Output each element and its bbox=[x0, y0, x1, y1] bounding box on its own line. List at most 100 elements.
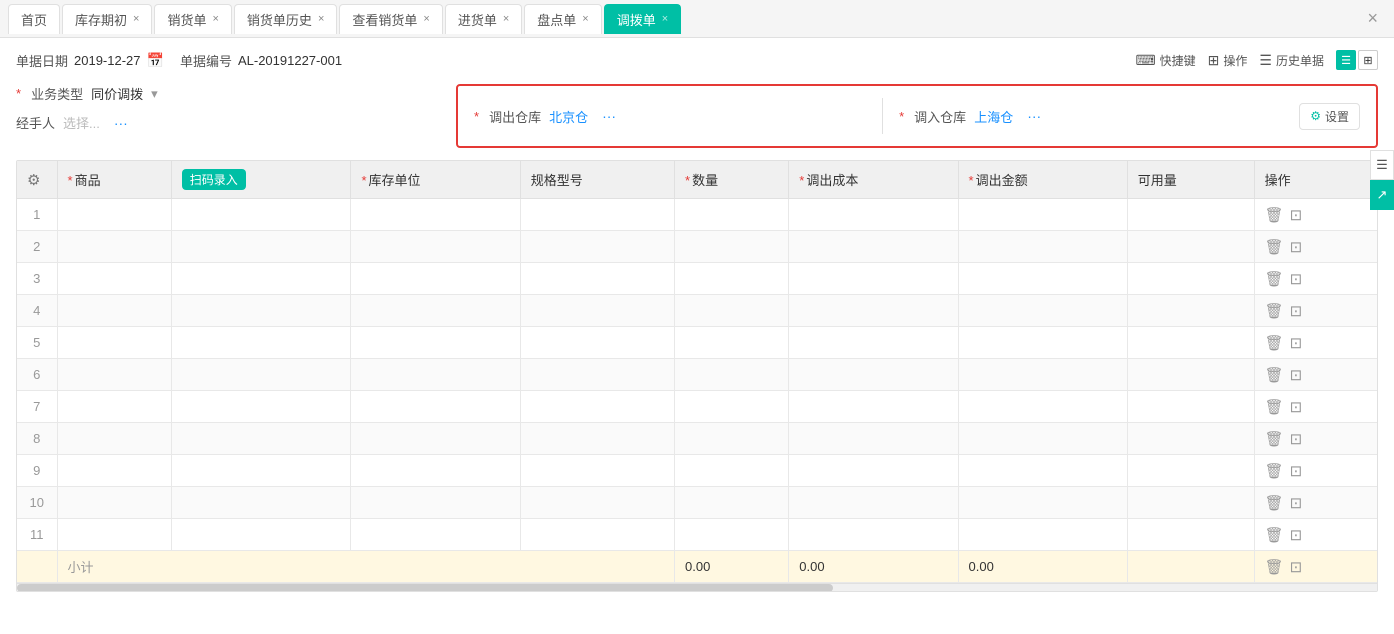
cell-product-2[interactable] bbox=[57, 231, 171, 263]
cell-unit-1[interactable] bbox=[351, 199, 520, 231]
delete-icon-6[interactable]: 🗑 bbox=[1265, 366, 1284, 384]
tab-transfer[interactable]: 调拨单 × bbox=[604, 4, 681, 34]
tab-close-view-sales[interactable]: × bbox=[423, 13, 429, 25]
cell-amount-11[interactable] bbox=[958, 519, 1127, 551]
cell-spec-1[interactable] bbox=[520, 199, 674, 231]
cell-available-1[interactable] bbox=[1127, 199, 1254, 231]
cell-unit-2[interactable] bbox=[351, 231, 520, 263]
cell-spec-8[interactable] bbox=[520, 423, 674, 455]
in-warehouse-value[interactable]: 上海仓 bbox=[974, 107, 1013, 126]
cell-product-1[interactable] bbox=[57, 199, 171, 231]
cell-cost-4[interactable] bbox=[789, 295, 958, 327]
tab-close-sales-history[interactable]: × bbox=[318, 13, 324, 25]
cell-spec-3[interactable] bbox=[520, 263, 674, 295]
cell-amount-1[interactable] bbox=[958, 199, 1127, 231]
delete-icon-4[interactable]: 🗑 bbox=[1265, 302, 1284, 320]
cell-product-3[interactable] bbox=[57, 263, 171, 295]
cell-amount-3[interactable] bbox=[958, 263, 1127, 295]
copy-icon-5[interactable]: ⊡ bbox=[1290, 334, 1303, 352]
tab-close-inventory-check[interactable]: × bbox=[582, 13, 588, 25]
business-type-value[interactable]: 同价调拨 bbox=[91, 84, 143, 103]
cell-quantity-4[interactable] bbox=[675, 295, 789, 327]
cell-product-10[interactable] bbox=[57, 487, 171, 519]
cell-unit-8[interactable] bbox=[351, 423, 520, 455]
copy-icon-9[interactable]: ⊡ bbox=[1290, 462, 1303, 480]
warehouse-settings-button[interactable]: ⚙ 设置 bbox=[1299, 103, 1360, 130]
out-warehouse-more-button[interactable]: ··· bbox=[602, 108, 616, 124]
copy-icon-2[interactable]: ⊡ bbox=[1290, 238, 1303, 256]
th-settings[interactable]: ⚙ bbox=[17, 161, 57, 199]
copy-icon-8[interactable]: ⊡ bbox=[1290, 430, 1303, 448]
copy-icon-4[interactable]: ⊡ bbox=[1290, 302, 1303, 320]
cell-available-5[interactable] bbox=[1127, 327, 1254, 359]
cell-amount-10[interactable] bbox=[958, 487, 1127, 519]
cell-unit-4[interactable] bbox=[351, 295, 520, 327]
cell-spec-2[interactable] bbox=[520, 231, 674, 263]
cell-quantity-5[interactable] bbox=[675, 327, 789, 359]
cell-unit-11[interactable] bbox=[351, 519, 520, 551]
grid-view-button[interactable]: ⊞ bbox=[1358, 50, 1378, 70]
delete-icon-8[interactable]: 🗑 bbox=[1265, 430, 1284, 448]
cell-quantity-11[interactable] bbox=[675, 519, 789, 551]
cell-amount-4[interactable] bbox=[958, 295, 1127, 327]
cell-amount-8[interactable] bbox=[958, 423, 1127, 455]
copy-icon-1[interactable]: ⊡ bbox=[1290, 206, 1303, 224]
cell-available-3[interactable] bbox=[1127, 263, 1254, 295]
cell-available-6[interactable] bbox=[1127, 359, 1254, 391]
copy-icon-7[interactable]: ⊡ bbox=[1290, 398, 1303, 416]
cell-available-10[interactable] bbox=[1127, 487, 1254, 519]
tab-inventory-init[interactable]: 库存期初 × bbox=[62, 4, 152, 34]
cell-cost-11[interactable] bbox=[789, 519, 958, 551]
handler-input[interactable]: 选择... bbox=[63, 113, 100, 132]
cell-product-5[interactable] bbox=[57, 327, 171, 359]
delete-icon-7[interactable]: 🗑 bbox=[1265, 398, 1284, 416]
cell-spec-6[interactable] bbox=[520, 359, 674, 391]
delete-icon-2[interactable]: 🗑 bbox=[1265, 238, 1284, 256]
cell-amount-7[interactable] bbox=[958, 391, 1127, 423]
table-settings-gear-icon[interactable]: ⚙ bbox=[27, 172, 40, 189]
cell-unit-5[interactable] bbox=[351, 327, 520, 359]
cell-product-9[interactable] bbox=[57, 455, 171, 487]
th-scan[interactable]: 扫码录入 bbox=[171, 161, 351, 199]
cell-cost-5[interactable] bbox=[789, 327, 958, 359]
tab-view-sales[interactable]: 查看销货单 × bbox=[339, 4, 442, 34]
cell-quantity-2[interactable] bbox=[675, 231, 789, 263]
cell-amount-9[interactable] bbox=[958, 455, 1127, 487]
business-type-dropdown-icon[interactable]: ▾ bbox=[151, 86, 158, 102]
cell-cost-7[interactable] bbox=[789, 391, 958, 423]
cell-quantity-6[interactable] bbox=[675, 359, 789, 391]
cell-product-7[interactable] bbox=[57, 391, 171, 423]
cell-quantity-8[interactable] bbox=[675, 423, 789, 455]
cell-unit-10[interactable] bbox=[351, 487, 520, 519]
delete-icon-10[interactable]: 🗑 bbox=[1265, 494, 1284, 512]
list-view-button[interactable]: ☰ bbox=[1336, 50, 1356, 70]
cell-available-7[interactable] bbox=[1127, 391, 1254, 423]
scrollbar-thumb[interactable] bbox=[17, 584, 833, 592]
calendar-icon[interactable]: 📅 bbox=[147, 52, 164, 69]
copy-icon-10[interactable]: ⊡ bbox=[1290, 494, 1303, 512]
history-button[interactable]: ☰ 历史单据 bbox=[1259, 52, 1324, 69]
cell-available-8[interactable] bbox=[1127, 423, 1254, 455]
sidebar-expand-button[interactable]: ↗ bbox=[1370, 180, 1394, 210]
cell-cost-10[interactable] bbox=[789, 487, 958, 519]
cell-available-11[interactable] bbox=[1127, 519, 1254, 551]
delete-icon-1[interactable]: 🗑 bbox=[1265, 206, 1284, 224]
scan-button[interactable]: 扫码录入 bbox=[182, 169, 246, 190]
tab-sales-order[interactable]: 销货单 × bbox=[154, 4, 231, 34]
tab-home[interactable]: 首页 bbox=[8, 4, 60, 34]
cell-quantity-10[interactable] bbox=[675, 487, 789, 519]
cell-quantity-3[interactable] bbox=[675, 263, 789, 295]
cell-quantity-1[interactable] bbox=[675, 199, 789, 231]
cell-amount-5[interactable] bbox=[958, 327, 1127, 359]
in-warehouse-more-button[interactable]: ··· bbox=[1027, 108, 1041, 124]
cell-cost-9[interactable] bbox=[789, 455, 958, 487]
tab-purchase-order[interactable]: 进货单 × bbox=[445, 4, 522, 34]
cell-spec-7[interactable] bbox=[520, 391, 674, 423]
cell-cost-8[interactable] bbox=[789, 423, 958, 455]
copy-icon-11[interactable]: ⊡ bbox=[1290, 526, 1303, 544]
cell-spec-10[interactable] bbox=[520, 487, 674, 519]
tab-inventory-check[interactable]: 盘点单 × bbox=[524, 4, 601, 34]
copy-icon-3[interactable]: ⊡ bbox=[1290, 270, 1303, 288]
cell-product-4[interactable] bbox=[57, 295, 171, 327]
cell-product-6[interactable] bbox=[57, 359, 171, 391]
